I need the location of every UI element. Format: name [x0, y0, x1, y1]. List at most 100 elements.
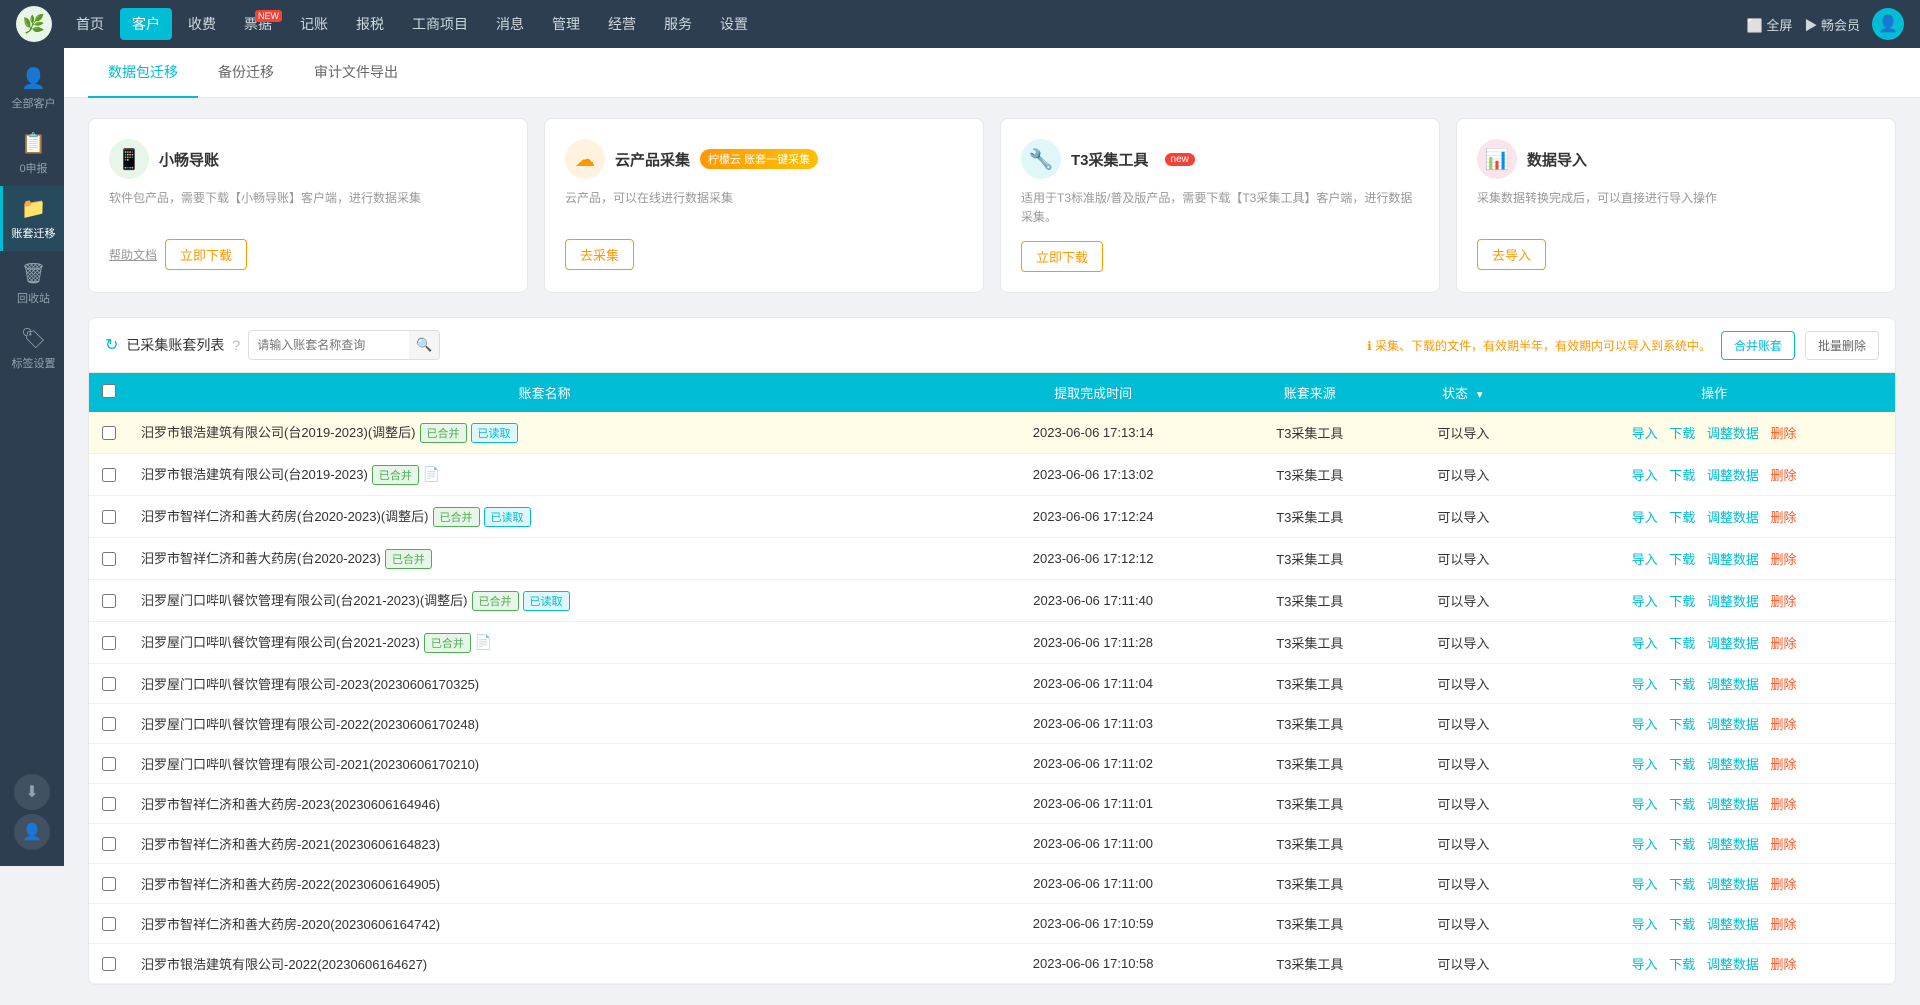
refresh-icon[interactable]: ↻ — [105, 335, 118, 355]
fullscreen-btn[interactable]: ⬜ 全屏 — [1747, 15, 1793, 34]
action-adjust[interactable]: 调整数据 — [1707, 636, 1759, 651]
action-delete[interactable]: 删除 — [1771, 677, 1797, 692]
row-checkbox[interactable] — [102, 552, 116, 566]
row-checkbox[interactable] — [102, 594, 116, 608]
action-delete[interactable]: 删除 — [1771, 552, 1797, 567]
action-download[interactable]: 下载 — [1669, 510, 1695, 525]
xiaochangdaozhang-help-link[interactable]: 帮助文档 — [109, 246, 157, 263]
row-checkbox[interactable] — [102, 468, 116, 482]
row-checkbox[interactable] — [102, 717, 116, 731]
action-import[interactable]: 导入 — [1632, 677, 1658, 692]
batch-delete-btn[interactable]: 批量删除 — [1805, 331, 1879, 360]
action-download[interactable]: 下载 — [1669, 717, 1695, 732]
action-adjust[interactable]: 调整数据 — [1707, 957, 1759, 972]
action-adjust[interactable]: 调整数据 — [1707, 510, 1759, 525]
action-download[interactable]: 下载 — [1669, 917, 1695, 932]
search-input[interactable] — [249, 338, 409, 352]
row-checkbox[interactable] — [102, 957, 116, 971]
action-download[interactable]: 下载 — [1669, 468, 1695, 483]
user-avatar[interactable]: 👤 — [1872, 8, 1904, 40]
action-delete[interactable]: 删除 — [1771, 717, 1797, 732]
sidebar-item-zero-declare[interactable]: 📋 0申报 — [0, 121, 64, 186]
file-icon[interactable]: 📄 — [423, 466, 440, 482]
nav-item-message[interactable]: 消息 — [484, 8, 536, 40]
nav-item-collection[interactable]: 收费 — [176, 8, 228, 40]
merge-btn[interactable]: 合并账套 — [1721, 331, 1795, 360]
action-download[interactable]: 下载 — [1669, 877, 1695, 892]
action-delete[interactable]: 删除 — [1771, 957, 1797, 972]
action-adjust[interactable]: 调整数据 — [1707, 468, 1759, 483]
action-adjust[interactable]: 调整数据 — [1707, 837, 1759, 852]
action-delete[interactable]: 删除 — [1771, 636, 1797, 651]
row-checkbox[interactable] — [102, 917, 116, 931]
tab-audit-export[interactable]: 审计文件导出 — [294, 48, 418, 98]
cloud-collect-btn[interactable]: 去采集 — [565, 239, 634, 270]
action-download[interactable]: 下载 — [1669, 797, 1695, 812]
action-adjust[interactable]: 调整数据 — [1707, 917, 1759, 932]
sidebar-item-trash[interactable]: 🗑 回收站 — [0, 251, 64, 316]
action-import[interactable]: 导入 — [1632, 636, 1658, 651]
action-download[interactable]: 下载 — [1669, 426, 1695, 441]
row-checkbox[interactable] — [102, 510, 116, 524]
row-checkbox[interactable] — [102, 797, 116, 811]
sidebar-download-btn[interactable]: ⬇ — [14, 774, 50, 810]
row-checkbox[interactable] — [102, 837, 116, 851]
file-icon[interactable]: 📄 — [475, 634, 492, 650]
action-import[interactable]: 导入 — [1632, 797, 1658, 812]
action-delete[interactable]: 删除 — [1771, 877, 1797, 892]
select-all-checkbox[interactable] — [102, 384, 116, 398]
t3-collect-download-btn[interactable]: 立即下载 — [1021, 241, 1103, 272]
action-download[interactable]: 下载 — [1669, 594, 1695, 609]
action-download[interactable]: 下载 — [1669, 636, 1695, 651]
tab-data-migrate[interactable]: 数据包迁移 — [88, 48, 198, 98]
nav-item-settings[interactable]: 设置 — [708, 8, 760, 40]
action-download[interactable]: 下载 — [1669, 757, 1695, 772]
action-delete[interactable]: 删除 — [1771, 594, 1797, 609]
row-checkbox[interactable] — [102, 877, 116, 891]
row-checkbox[interactable] — [102, 426, 116, 440]
action-download[interactable]: 下载 — [1669, 957, 1695, 972]
action-adjust[interactable]: 调整数据 — [1707, 677, 1759, 692]
nav-item-customer[interactable]: 客户 — [120, 8, 172, 40]
action-import[interactable]: 导入 — [1632, 877, 1658, 892]
action-adjust[interactable]: 调整数据 — [1707, 552, 1759, 567]
action-adjust[interactable]: 调整数据 — [1707, 594, 1759, 609]
sidebar-item-all-clients[interactable]: 👤 全部客户 — [0, 56, 64, 121]
sidebar-item-account-migrate[interactable]: 📁 账套迁移 — [0, 186, 64, 251]
action-adjust[interactable]: 调整数据 — [1707, 717, 1759, 732]
action-download[interactable]: 下载 — [1669, 837, 1695, 852]
action-download[interactable]: 下载 — [1669, 677, 1695, 692]
action-adjust[interactable]: 调整数据 — [1707, 797, 1759, 812]
nav-item-invoice[interactable]: 票据new — [232, 8, 284, 40]
action-import[interactable]: 导入 — [1632, 757, 1658, 772]
action-download[interactable]: 下载 — [1669, 552, 1695, 567]
action-import[interactable]: 导入 — [1632, 837, 1658, 852]
nav-item-business[interactable]: 工商项目 — [400, 8, 480, 40]
help-icon[interactable]: ? — [232, 337, 240, 353]
row-checkbox[interactable] — [102, 757, 116, 771]
app-logo[interactable]: 🌿 — [16, 6, 52, 42]
data-import-btn[interactable]: 去导入 — [1477, 239, 1546, 270]
action-adjust[interactable]: 调整数据 — [1707, 426, 1759, 441]
action-delete[interactable]: 删除 — [1771, 917, 1797, 932]
action-delete[interactable]: 删除 — [1771, 510, 1797, 525]
nav-item-operation[interactable]: 经营 — [596, 8, 648, 40]
action-import[interactable]: 导入 — [1632, 510, 1658, 525]
action-import[interactable]: 导入 — [1632, 594, 1658, 609]
action-delete[interactable]: 删除 — [1771, 837, 1797, 852]
nav-item-tax[interactable]: 报税 — [344, 8, 396, 40]
sidebar-user-btn[interactable]: 👤 — [14, 814, 50, 850]
action-adjust[interactable]: 调整数据 — [1707, 877, 1759, 892]
row-checkbox[interactable] — [102, 677, 116, 691]
action-import[interactable]: 导入 — [1632, 717, 1658, 732]
search-btn[interactable]: 🔍 — [409, 330, 439, 360]
action-import[interactable]: 导入 — [1632, 957, 1658, 972]
col-status[interactable]: 状态 ▼ — [1394, 373, 1534, 412]
action-delete[interactable]: 删除 — [1771, 468, 1797, 483]
action-adjust[interactable]: 调整数据 — [1707, 757, 1759, 772]
action-import[interactable]: 导入 — [1632, 426, 1658, 441]
sidebar-item-tag-settings[interactable]: 🏷 标签设置 — [0, 316, 64, 381]
row-checkbox[interactable] — [102, 636, 116, 650]
member-btn[interactable]: ▶ 畅会员 — [1804, 15, 1860, 34]
action-import[interactable]: 导入 — [1632, 552, 1658, 567]
